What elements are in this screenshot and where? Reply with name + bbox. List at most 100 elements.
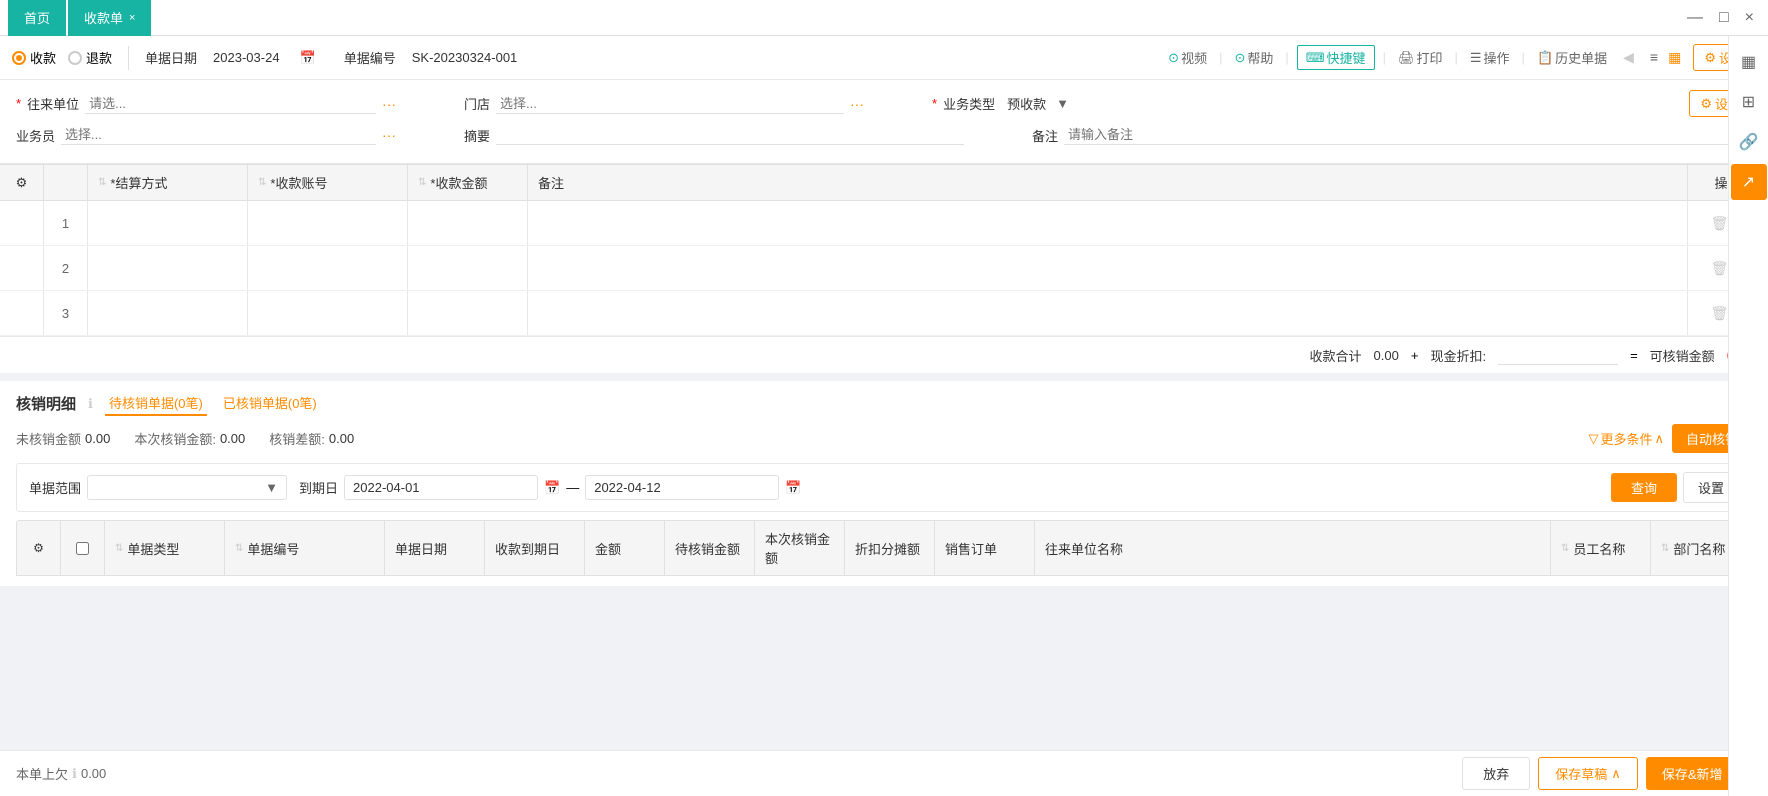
sidebar-icon-expand[interactable]: ↗ bbox=[1731, 164, 1767, 200]
t2-sort-employee[interactable]: ⇅ bbox=[1561, 543, 1569, 554]
row3-delete-icon[interactable]: 🗑 bbox=[1711, 305, 1729, 322]
row2-delete-icon[interactable]: 🗑 bbox=[1711, 260, 1729, 277]
remarks-field: 备注 bbox=[1032, 125, 1752, 145]
t2-amount-label: 金额 bbox=[595, 539, 621, 558]
remarks-input[interactable] bbox=[1064, 125, 1752, 145]
row3-settlement[interactable] bbox=[88, 291, 248, 335]
calendar-from-icon[interactable]: 📅 bbox=[544, 480, 560, 496]
col-settlement-label: *结算方式 bbox=[110, 173, 167, 192]
biz-type-required: * bbox=[932, 96, 937, 111]
row1-remark[interactable] bbox=[528, 201, 1688, 245]
query-btn[interactable]: 查询 bbox=[1611, 473, 1677, 502]
row2-amount[interactable] bbox=[408, 246, 528, 290]
store-label: 门店 bbox=[464, 94, 490, 113]
salesman-more-icon[interactable]: ··· bbox=[382, 127, 396, 143]
history-icon: 📋 bbox=[1537, 50, 1553, 66]
salesman-input[interactable] bbox=[61, 125, 376, 145]
t2-col-thistime: 本次核销金额 bbox=[755, 521, 845, 575]
this-time-stat: 本次核销金额: 0.00 bbox=[134, 429, 245, 448]
t2-sort-docno[interactable]: ⇅ bbox=[235, 543, 243, 554]
col-settings-icon[interactable]: ⚙ bbox=[0, 165, 44, 200]
row1-account[interactable] bbox=[248, 201, 408, 245]
table-row: 3 🗑 ⧉ bbox=[0, 291, 1768, 336]
row3-account[interactable] bbox=[248, 291, 408, 335]
filter-row: 单据范围 ▼ 到期日 📅 — 📅 查询 设置 bbox=[16, 463, 1752, 512]
biz-type-dropdown-icon[interactable]: ▼ bbox=[1056, 96, 1069, 111]
print-icon: 🖨 bbox=[1398, 50, 1415, 66]
total-label: 收款合计 bbox=[1310, 346, 1362, 365]
sidebar-icon-link[interactable]: 🔗 bbox=[1731, 124, 1767, 160]
list-view-icon[interactable]: ≡ bbox=[1646, 47, 1662, 68]
store-more-icon[interactable]: ··· bbox=[850, 96, 864, 112]
radio-receipt[interactable]: 收款 bbox=[12, 48, 56, 67]
store-input[interactable] bbox=[496, 94, 844, 114]
verify-stats: 未核销金额 0.00 本次核销金额: 0.00 核销差额: 0.00 ▽ 更多条… bbox=[16, 424, 1752, 453]
close-btn[interactable]: × bbox=[1739, 9, 1760, 27]
discount-input[interactable] bbox=[1498, 345, 1618, 365]
operation-icon: ☰ bbox=[1470, 50, 1482, 66]
nav-left-icon[interactable]: ◀ bbox=[1619, 49, 1638, 66]
due-date-label: 到期日 bbox=[299, 478, 338, 497]
history-btn[interactable]: 📋 历史单据 bbox=[1533, 46, 1611, 69]
row3-amount[interactable] bbox=[408, 291, 528, 335]
row1-amount[interactable] bbox=[408, 201, 528, 245]
t2-col-settings[interactable]: ⚙ bbox=[17, 521, 61, 575]
more-conditions-btn[interactable]: ▽ 更多条件 ∧ bbox=[1588, 429, 1664, 448]
video-btn[interactable]: ⊙ 视频 bbox=[1164, 46, 1211, 69]
counterpart-more-icon[interactable]: ··· bbox=[382, 96, 396, 112]
doc-date-calendar-icon[interactable]: 📅 bbox=[300, 50, 316, 66]
date-to-input[interactable] bbox=[585, 475, 779, 500]
t2-col-amount: 金额 bbox=[585, 521, 665, 575]
t2-check-all[interactable] bbox=[76, 542, 89, 555]
tab-close-icon[interactable]: × bbox=[129, 12, 135, 24]
doc-date-value: 2023-03-24 bbox=[213, 50, 280, 65]
sort-account-icon[interactable]: ⇅ bbox=[258, 177, 266, 188]
maximize-btn[interactable]: □ bbox=[1713, 9, 1735, 27]
sidebar-icon-table[interactable]: ▦ bbox=[1731, 44, 1767, 80]
diff-value: 0.00 bbox=[329, 431, 354, 446]
save-draft-dropdown-icon[interactable]: ∧ bbox=[1611, 766, 1621, 782]
date-from-input[interactable] bbox=[344, 475, 538, 500]
doc-range-select[interactable]: ▼ bbox=[87, 475, 287, 500]
row2-remark[interactable] bbox=[528, 246, 1688, 290]
verify-tab-pending[interactable]: 待核销单据(0笔) bbox=[105, 391, 207, 416]
save-draft-btn[interactable]: 保存草稿 ∧ bbox=[1538, 757, 1638, 790]
row2-settlement[interactable] bbox=[88, 246, 248, 290]
calendar-to-icon[interactable]: 📅 bbox=[785, 480, 801, 496]
row1-settlement[interactable] bbox=[88, 201, 248, 245]
diff-stat: 核销差额: 0.00 bbox=[269, 429, 354, 448]
t2-sort-doctype[interactable]: ⇅ bbox=[115, 543, 123, 554]
summary-input[interactable] bbox=[496, 125, 964, 145]
row2-account[interactable] bbox=[248, 246, 408, 290]
abandon-btn[interactable]: 放弃 bbox=[1462, 757, 1530, 790]
bottom-bar: 本单上欠 ℹ 0.00 放弃 保存草稿 ∧ 保存&新增 ∧ bbox=[0, 750, 1768, 796]
row1-delete-icon[interactable]: 🗑 bbox=[1711, 215, 1729, 232]
t2-sort-dept[interactable]: ⇅ bbox=[1661, 543, 1669, 554]
sort-amount-icon[interactable]: ⇅ bbox=[418, 177, 426, 188]
verify-info-icon[interactable]: ℹ bbox=[88, 396, 93, 412]
shortcut-btn[interactable]: ⌨ 快捷键 bbox=[1297, 45, 1375, 70]
tab-receipt[interactable]: 收款单 × bbox=[68, 0, 151, 36]
sort-settlement-icon[interactable]: ⇅ bbox=[98, 177, 106, 188]
form-settings-gear-icon: ⚙ bbox=[1700, 96, 1712, 112]
minimize-btn[interactable]: — bbox=[1681, 9, 1709, 27]
radio-refund[interactable]: 退款 bbox=[68, 48, 112, 67]
col-amount-label: *收款金额 bbox=[430, 173, 487, 192]
remarks-label: 备注 bbox=[1032, 126, 1058, 145]
counterpart-label: 往来单位 bbox=[27, 94, 79, 113]
help-btn[interactable]: ⊙ 帮助 bbox=[1230, 46, 1277, 69]
grid-view-icon[interactable]: ▦ bbox=[1664, 47, 1685, 68]
doc-no-label: 单据编号 bbox=[344, 48, 396, 67]
row3-remark[interactable] bbox=[528, 291, 1688, 335]
radio-receipt-circle bbox=[12, 51, 26, 65]
operation-btn[interactable]: ☰ 操作 bbox=[1466, 46, 1514, 69]
info-circle-icon[interactable]: ℹ bbox=[72, 766, 77, 782]
print-btn[interactable]: 🖨 打印 bbox=[1394, 46, 1447, 69]
receipt-type-radio-group: 收款 退款 bbox=[12, 48, 112, 67]
t2-col-check[interactable] bbox=[61, 521, 105, 575]
tab-home[interactable]: 首页 bbox=[8, 0, 66, 36]
verify-tab-done[interactable]: 已核销单据(0笔) bbox=[219, 391, 321, 416]
counterpart-input[interactable] bbox=[85, 94, 376, 114]
sidebar-icon-grid[interactable]: ⊞ bbox=[1731, 84, 1767, 120]
t2-salesorder-label: 销售订单 bbox=[945, 539, 997, 558]
